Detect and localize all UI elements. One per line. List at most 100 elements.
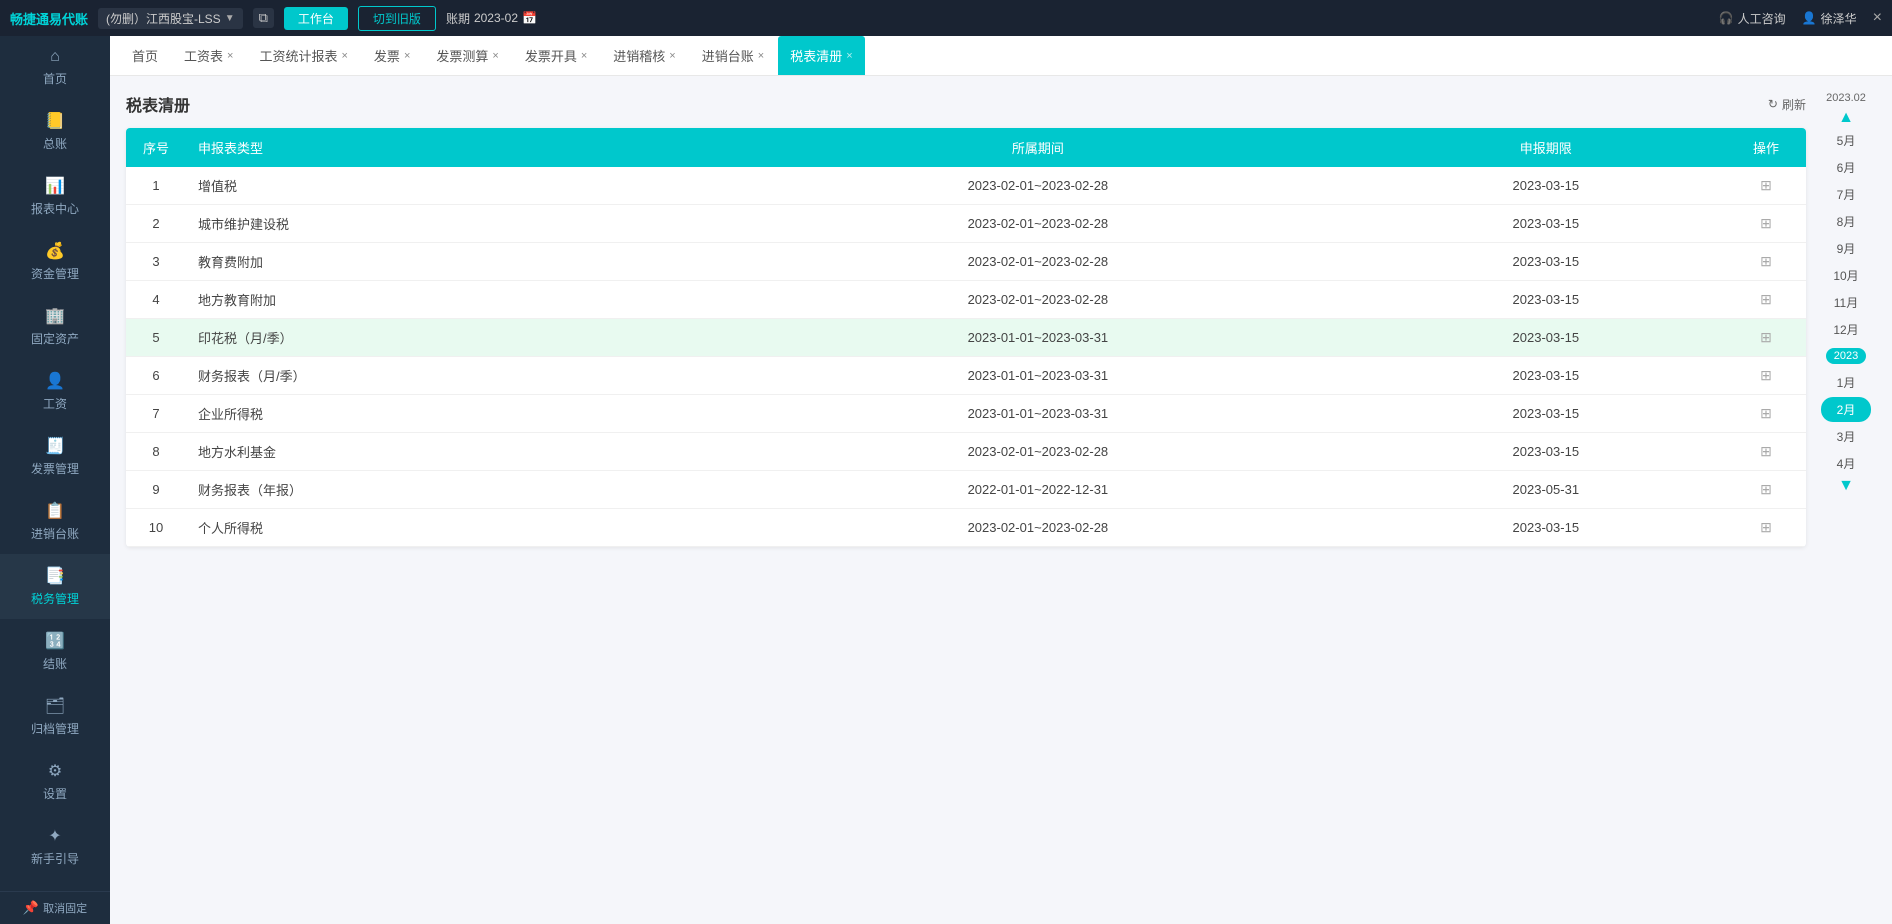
copy-icon-btn[interactable]: ⧉: [253, 8, 274, 28]
pin-bottom-btn[interactable]: 📌 取消固定: [0, 891, 110, 924]
sidebar-item-label: 资金管理: [31, 265, 79, 282]
sidebar-item-input-output[interactable]: 📋 进销台账: [0, 489, 110, 554]
cell-deadline: 2023-03-15: [1366, 281, 1726, 319]
close-icon[interactable]: ×: [846, 50, 852, 62]
company-selector[interactable]: (勿删）江西股宝-LSS ▼: [98, 8, 243, 29]
view-action-icon[interactable]: ⊞: [1760, 177, 1772, 193]
close-icon[interactable]: ×: [227, 50, 233, 62]
cell-action: ⊞: [1726, 243, 1806, 281]
col-header-seq: 序号: [126, 128, 186, 167]
sidebar-item-home[interactable]: ⌂ 首页: [0, 36, 110, 99]
sidebar-item-label: 发票管理: [31, 460, 79, 477]
month-1-2023[interactable]: 1月: [1821, 370, 1871, 395]
sidebar-item-funds[interactable]: 💰 资金管理: [0, 229, 110, 294]
calendar-icon[interactable]: 📅: [522, 11, 537, 25]
cell-deadline: 2023-03-15: [1366, 433, 1726, 471]
month-6-2022[interactable]: 6月: [1821, 155, 1871, 180]
cell-seq: 8: [126, 433, 186, 471]
tab-home[interactable]: 首页: [120, 40, 170, 71]
human-consult-label: 人工咨询: [1738, 10, 1786, 27]
tab-label: 进销稽核: [613, 46, 665, 65]
month-4-2023[interactable]: 4月: [1821, 451, 1871, 476]
month-3-2023[interactable]: 3月: [1821, 424, 1871, 449]
cell-seq: 2: [126, 205, 186, 243]
cell-type: 财务报表（月/季）: [186, 357, 710, 395]
main-layout: ⌂ 首页 📒 总账 📊 报表中心 💰 资金管理 🏢 固定资产 👤 工资 🧾 发票…: [0, 36, 1892, 924]
year-2023-label: 2023: [1826, 348, 1866, 364]
app-logo: 畅捷通易代账: [10, 9, 88, 28]
period-display: 账期 2023-02 📅: [446, 10, 537, 27]
col-header-deadline: 申报期限: [1366, 128, 1726, 167]
month-11-2022[interactable]: 11月: [1821, 290, 1871, 315]
close-icon[interactable]: ×: [341, 50, 347, 62]
user-menu[interactable]: 👤 徐泽华: [1802, 10, 1857, 27]
view-action-icon[interactable]: ⊞: [1760, 519, 1772, 535]
tab-invoice-calc[interactable]: 发票测算 ×: [424, 36, 510, 75]
sidebar-item-settlement[interactable]: 🔢 结账: [0, 619, 110, 684]
cell-seq: 1: [126, 167, 186, 205]
tab-label: 发票: [374, 46, 400, 65]
col-header-action: 操作: [1726, 128, 1806, 167]
sidebar-item-archive[interactable]: 🗂 归档管理: [0, 684, 110, 749]
close-icon[interactable]: ×: [1873, 9, 1882, 27]
refresh-icon: ↻: [1768, 97, 1778, 111]
period-panel-header: 2023.02: [1826, 92, 1866, 104]
sidebar-item-invoice-mgmt[interactable]: 🧾 发票管理: [0, 424, 110, 489]
sidebar-item-guide[interactable]: ✦ 新手引导: [0, 814, 110, 879]
refresh-button[interactable]: ↻ 刷新: [1768, 96, 1806, 113]
cell-deadline: 2023-03-15: [1366, 205, 1726, 243]
tab-salary-table[interactable]: 工资表 ×: [172, 36, 245, 75]
view-action-icon[interactable]: ⊞: [1760, 443, 1772, 459]
view-action-icon[interactable]: ⊞: [1760, 481, 1772, 497]
sidebar-item-label: 结账: [43, 655, 67, 672]
sidebar-item-salary[interactable]: 👤 工资: [0, 359, 110, 424]
cell-seq: 7: [126, 395, 186, 433]
month-12-2022[interactable]: 12月: [1821, 317, 1871, 342]
cell-type: 增值税: [186, 167, 710, 205]
close-icon[interactable]: ×: [492, 50, 498, 62]
view-action-icon[interactable]: ⊞: [1760, 329, 1772, 345]
tab-tax-clearance[interactable]: 税表清册 ×: [778, 36, 864, 75]
month-2-2023[interactable]: 2月: [1821, 397, 1871, 422]
month-9-2022[interactable]: 9月: [1821, 236, 1871, 261]
month-7-2022[interactable]: 7月: [1821, 182, 1871, 207]
tab-input-ledger[interactable]: 进销台账 ×: [690, 36, 776, 75]
tab-input-check[interactable]: 进销稽核 ×: [601, 36, 687, 75]
period-nav-down[interactable]: ▼: [1838, 478, 1854, 494]
tab-label: 发票测算: [436, 46, 488, 65]
sidebar-item-tax-mgmt[interactable]: 📑 税务管理: [0, 554, 110, 619]
tab-salary-stats[interactable]: 工资统计报表 ×: [247, 36, 359, 75]
guide-icon: ✦: [48, 826, 61, 846]
sidebar-item-reports[interactable]: 📊 报表中心: [0, 164, 110, 229]
tab-label: 发票开具: [525, 46, 577, 65]
pin-icon: 📌: [23, 900, 39, 916]
sidebar-item-settings[interactable]: ⚙ 设置: [0, 749, 110, 814]
view-action-icon[interactable]: ⊞: [1760, 215, 1772, 231]
sidebar-item-ledger[interactable]: 📒 总账: [0, 99, 110, 164]
human-consult-btn[interactable]: 🎧 人工咨询: [1719, 10, 1786, 27]
tab-invoice[interactable]: 发票 ×: [362, 36, 422, 75]
view-action-icon[interactable]: ⊞: [1760, 253, 1772, 269]
chevron-down-icon: ▼: [225, 13, 235, 24]
cell-seq: 10: [126, 509, 186, 547]
close-icon[interactable]: ×: [669, 50, 675, 62]
month-5-2022[interactable]: 5月: [1821, 128, 1871, 153]
month-10-2022[interactable]: 10月: [1821, 263, 1871, 288]
close-icon[interactable]: ×: [758, 50, 764, 62]
workspace-button[interactable]: 工作台: [284, 7, 348, 30]
view-action-icon[interactable]: ⊞: [1760, 405, 1772, 421]
cell-type: 教育费附加: [186, 243, 710, 281]
cell-deadline: 2023-03-15: [1366, 357, 1726, 395]
period-nav-up[interactable]: ▲: [1838, 110, 1854, 126]
close-icon[interactable]: ×: [404, 50, 410, 62]
sidebar-item-fixed-assets[interactable]: 🏢 固定资产: [0, 294, 110, 359]
view-action-icon[interactable]: ⊞: [1760, 291, 1772, 307]
month-8-2022[interactable]: 8月: [1821, 209, 1871, 234]
view-action-icon[interactable]: ⊞: [1760, 367, 1772, 383]
table-row: 7 企业所得税 2023-01-01~2023-03-31 2023-03-15…: [126, 395, 1806, 433]
switch-old-button[interactable]: 切到旧版: [358, 6, 436, 31]
salary-icon: 👤: [45, 371, 65, 391]
cell-period: 2023-02-01~2023-02-28: [710, 281, 1365, 319]
tab-invoice-open[interactable]: 发票开具 ×: [513, 36, 599, 75]
close-icon[interactable]: ×: [581, 50, 587, 62]
